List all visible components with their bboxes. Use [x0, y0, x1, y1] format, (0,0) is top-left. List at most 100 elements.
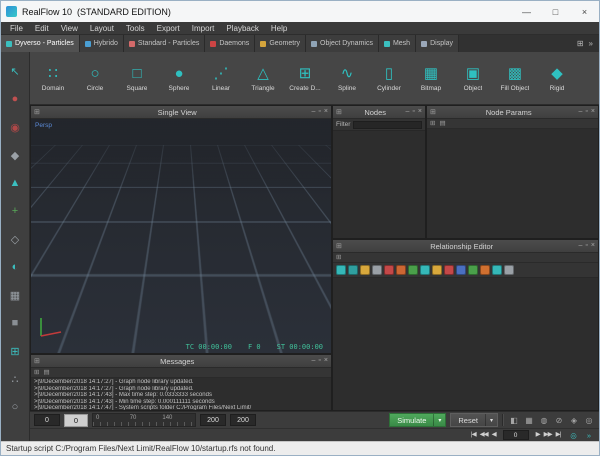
timeline-option-icon[interactable]: ⊘	[553, 416, 565, 425]
panel-tool-icon[interactable]: ⊞	[34, 369, 39, 377]
timeline-ruler[interactable]: 0 70 140	[92, 413, 196, 427]
panel-float-icon[interactable]: –	[579, 108, 583, 116]
shelf-tool-button[interactable]: ▯ Cylinder	[368, 64, 410, 92]
panel-close-icon[interactable]: ×	[324, 108, 328, 116]
panel-menu-icon[interactable]: ⊞	[336, 242, 342, 250]
shelf-tool-button[interactable]: ∿ Spline	[326, 64, 368, 92]
tool-icon[interactable]: ▲	[1, 169, 29, 197]
panel-maximize-icon[interactable]: ▫	[585, 108, 587, 116]
relationship-node-icon[interactable]	[444, 265, 454, 275]
panel-close-icon[interactable]: ×	[324, 357, 328, 365]
shelf-overflow-icon[interactable]: »	[589, 39, 593, 48]
relationship-node-icon[interactable]	[432, 265, 442, 275]
last-frame-button[interactable]: ▶|	[556, 430, 562, 440]
shelf-tool-button[interactable]: △ Triangle	[242, 64, 284, 92]
fast-forward-button[interactable]: ▶▶	[544, 430, 553, 440]
relationship-node-icon[interactable]	[360, 265, 370, 275]
relationship-node-icon[interactable]	[336, 265, 346, 275]
node-params-body[interactable]	[427, 129, 598, 238]
shelf-tool-button[interactable]: ● Sphere	[158, 64, 200, 92]
relationship-node-icon[interactable]	[372, 265, 382, 275]
menu-item[interactable]: Help	[265, 24, 293, 33]
relationship-node-icon[interactable]	[456, 265, 466, 275]
shelf-tool-button[interactable]: ▣ Object	[452, 64, 494, 92]
tool-icon[interactable]: ●	[1, 85, 29, 113]
simulate-button[interactable]: Simulate ▾	[389, 413, 447, 427]
range-end-field[interactable]: 200	[200, 414, 226, 426]
panel-menu-icon[interactable]: ⊞	[34, 357, 40, 365]
panel-close-icon[interactable]: ×	[418, 108, 422, 116]
panel-menu-icon[interactable]: ⊞	[34, 108, 40, 116]
panel-maximize-icon[interactable]: ▫	[412, 108, 414, 116]
tool-icon[interactable]: ⊞	[1, 337, 29, 365]
tool-icon[interactable]: ◇	[1, 225, 29, 253]
total-frames-field[interactable]: 200	[230, 414, 256, 426]
tool-icon[interactable]: ◉	[1, 113, 29, 141]
start-frame-field[interactable]: 0	[34, 414, 60, 426]
tool-icon[interactable]: ◆	[1, 141, 29, 169]
tool-icon[interactable]: ∴	[1, 365, 29, 393]
shelf-tab[interactable]: Hybrido	[79, 35, 124, 52]
shelf-tab[interactable]: Object Dynamics	[306, 35, 379, 52]
menu-item[interactable]: Export	[151, 24, 186, 33]
timeline-option-icon[interactable]: ◧	[508, 416, 520, 425]
relationship-node-icon[interactable]	[492, 265, 502, 275]
tool-icon[interactable]: +	[1, 197, 29, 225]
relationship-graph[interactable]	[333, 278, 598, 410]
first-frame-button[interactable]: |◀	[471, 430, 477, 440]
relationship-node-icon[interactable]	[420, 265, 430, 275]
panel-maximize-icon[interactable]: ▫	[318, 357, 320, 365]
panel-maximize-icon[interactable]: ▫	[318, 108, 320, 116]
panel-float-icon[interactable]: –	[312, 357, 316, 365]
tool-icon[interactable]: ○	[1, 393, 29, 421]
nodes-list[interactable]	[333, 131, 425, 238]
menu-item[interactable]: Import	[186, 24, 221, 33]
panel-float-icon[interactable]: –	[312, 108, 316, 116]
shelf-tool-button[interactable]: ◆ Rigid	[536, 64, 578, 92]
panel-maximize-icon[interactable]: ▫	[585, 242, 587, 250]
simulate-dropdown-icon[interactable]: ▾	[433, 414, 445, 426]
timeline-option-icon[interactable]: ◎	[583, 416, 595, 425]
shelf-tool-button[interactable]: ▩ Fill Object	[494, 64, 536, 92]
relationship-node-icon[interactable]	[384, 265, 394, 275]
current-frame-field[interactable]: 0	[64, 413, 88, 427]
menu-item[interactable]: File	[4, 24, 29, 33]
menu-item[interactable]: View	[55, 24, 84, 33]
panel-menu-icon[interactable]: ⊞	[430, 108, 436, 116]
shelf-tab[interactable]: Mesh	[378, 35, 417, 52]
shelf-grid-icon[interactable]: ⊞	[577, 39, 584, 48]
fast-rewind-button[interactable]: ◀◀	[480, 430, 489, 440]
panel-tool-icon[interactable]: ▤	[439, 120, 445, 128]
camera-view-icon[interactable]: ◎	[570, 431, 577, 440]
panel-float-icon[interactable]: –	[406, 108, 410, 116]
expand-icon[interactable]: »	[587, 431, 591, 440]
menu-item[interactable]: Tools	[120, 24, 151, 33]
relationship-node-icon[interactable]	[504, 265, 514, 275]
playback-frame-field[interactable]: 0	[502, 430, 529, 440]
tool-icon[interactable]: ■	[1, 309, 29, 337]
reset-dropdown-icon[interactable]: ▾	[484, 414, 497, 426]
panel-close-icon[interactable]: ×	[591, 108, 595, 116]
shelf-tool-button[interactable]: ∷ Domain	[32, 64, 74, 92]
menu-item[interactable]: Playback	[220, 24, 264, 33]
filter-input[interactable]	[353, 120, 422, 129]
timeline-option-icon[interactable]: ◈	[568, 416, 580, 425]
panel-menu-icon[interactable]: ⊞	[336, 108, 342, 116]
viewport-3d[interactable]: Persp TC 00:00:00 F 0 ST 00:00:00	[31, 119, 331, 353]
relationship-node-icon[interactable]	[348, 265, 358, 275]
menu-item[interactable]: Edit	[29, 24, 55, 33]
timeline-option-icon[interactable]: ◍	[538, 416, 550, 425]
step-back-button[interactable]: ◀	[492, 430, 497, 440]
panel-tool-icon[interactable]: ▤	[43, 369, 49, 377]
reset-button[interactable]: Reset ▾	[450, 413, 498, 427]
shelf-tab[interactable]: Display	[416, 35, 460, 52]
shelf-tool-button[interactable]: ⋰ Linear	[200, 64, 242, 92]
relationship-node-icon[interactable]	[396, 265, 406, 275]
messages-log[interactable]: >[9/December/2018 14:17:27] - Graph node…	[31, 378, 331, 410]
shelf-tab[interactable]: Standard - Particles	[123, 35, 206, 52]
shelf-tool-button[interactable]: ⊞ Create D...	[284, 64, 326, 92]
shelf-tool-button[interactable]: ○ Circle	[74, 64, 116, 92]
minimize-button[interactable]: —	[512, 1, 541, 22]
relationship-node-icon[interactable]	[468, 265, 478, 275]
shelf-tab[interactable]: Geometry	[255, 35, 307, 52]
